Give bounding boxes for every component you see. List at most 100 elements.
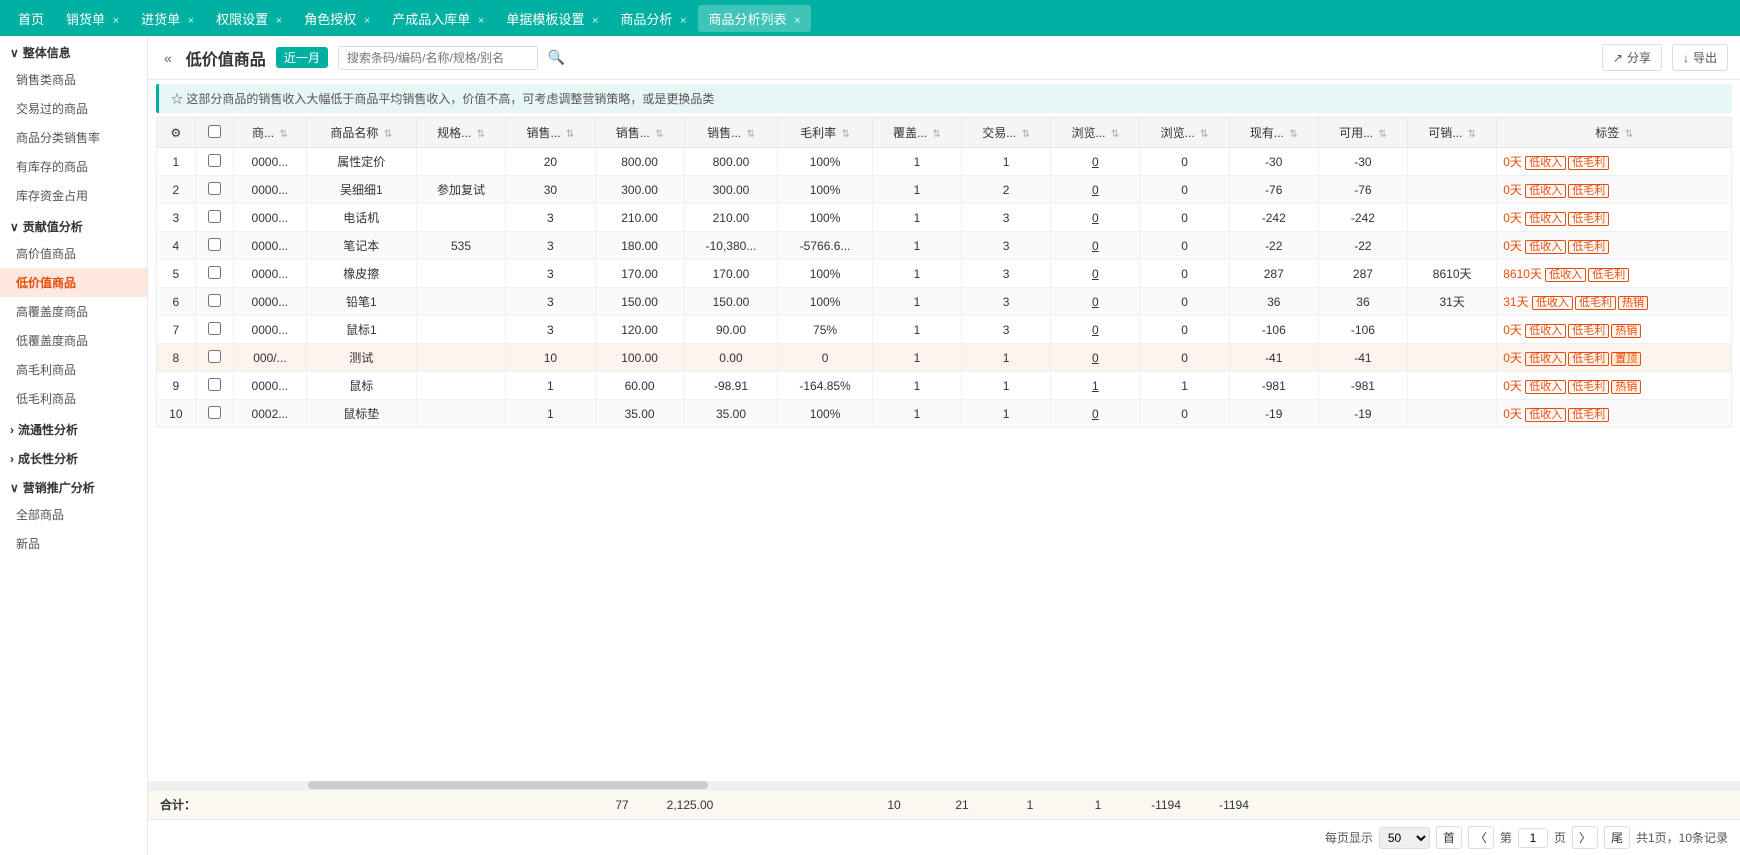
- row-checkbox[interactable]: [195, 148, 233, 176]
- view1-link[interactable]: 0: [1092, 407, 1099, 421]
- view1-link[interactable]: 0: [1092, 351, 1099, 365]
- sidebar-item-sales-goods[interactable]: 销售类商品: [0, 65, 147, 94]
- row-checkbox[interactable]: [195, 400, 233, 428]
- close-icon[interactable]: ×: [113, 15, 119, 27]
- row-checkbox[interactable]: [195, 372, 233, 400]
- row-view1[interactable]: 0: [1051, 232, 1140, 260]
- per-page-select[interactable]: 50 20 100: [1379, 827, 1430, 849]
- nav-goods-analysis[interactable]: 商品分析 ×: [610, 5, 696, 32]
- sidebar-item-category-sales-rate[interactable]: 商品分类销售率: [0, 123, 147, 152]
- row-select-checkbox[interactable]: [208, 154, 221, 167]
- tag-badge: 低毛利: [1568, 380, 1609, 394]
- row-view1[interactable]: 0: [1051, 176, 1140, 204]
- table-scroll-bar[interactable]: [148, 781, 1740, 789]
- nav-purchase-order[interactable]: 进货单 ×: [131, 5, 204, 32]
- row-gross-margin: -164.85%: [778, 372, 873, 400]
- nav-role-auth[interactable]: 角色授权 ×: [294, 5, 380, 32]
- row-view1[interactable]: 0: [1051, 316, 1140, 344]
- next-page-button[interactable]: 〉: [1572, 826, 1598, 849]
- nav-permission[interactable]: 权限设置 ×: [206, 5, 292, 32]
- close-icon[interactable]: ×: [794, 15, 800, 27]
- close-icon[interactable]: ×: [478, 15, 484, 27]
- row-gross-margin: 100%: [778, 204, 873, 232]
- last-page-button[interactable]: 尾: [1604, 826, 1630, 849]
- view1-link[interactable]: 0: [1092, 267, 1099, 281]
- sidebar-group-circulation[interactable]: › 流通性分析: [0, 413, 147, 442]
- sidebar-item-new-goods[interactable]: 新品: [0, 529, 147, 558]
- row-sales-amount: 300.00: [595, 176, 684, 204]
- row-checkbox[interactable]: [195, 204, 233, 232]
- page-input[interactable]: [1518, 828, 1548, 848]
- row-checkbox[interactable]: [195, 260, 233, 288]
- sidebar-item-inventory-funds[interactable]: 库存资金占用: [0, 181, 147, 210]
- view1-link[interactable]: 0: [1092, 295, 1099, 309]
- close-icon[interactable]: ×: [188, 15, 194, 27]
- first-page-button[interactable]: 首: [1436, 826, 1462, 849]
- sidebar-item-high-value[interactable]: 高价值商品: [0, 239, 147, 268]
- chevron-right-icon: ›: [10, 423, 14, 437]
- row-no: 7: [157, 316, 196, 344]
- row-coverage: 1: [872, 316, 961, 344]
- search-input[interactable]: [338, 46, 538, 70]
- row-select-checkbox[interactable]: [208, 350, 221, 363]
- export-button[interactable]: ↓ 导出: [1672, 44, 1728, 71]
- close-icon[interactable]: ×: [364, 15, 370, 27]
- view1-link[interactable]: 0: [1092, 323, 1099, 337]
- collapse-button[interactable]: «: [160, 48, 176, 68]
- view1-link[interactable]: 1: [1092, 379, 1099, 393]
- sidebar-item-traded-goods[interactable]: 交易过的商品: [0, 94, 147, 123]
- sidebar-group-overall[interactable]: ∨ 整体信息: [0, 36, 147, 65]
- row-checkbox[interactable]: [195, 316, 233, 344]
- sidebar-group-contribution[interactable]: ∨ 贡献值分析: [0, 210, 147, 239]
- sidebar-item-low-coverage[interactable]: 低覆盖度商品: [0, 326, 147, 355]
- sidebar-item-stocked-goods[interactable]: 有库存的商品: [0, 152, 147, 181]
- row-view1[interactable]: 0: [1051, 288, 1140, 316]
- share-button[interactable]: ↗ 分享: [1602, 44, 1662, 71]
- select-all-checkbox[interactable]: [208, 125, 221, 138]
- row-checkbox[interactable]: [195, 288, 233, 316]
- row-view1[interactable]: 0: [1051, 148, 1140, 176]
- row-checkbox[interactable]: [195, 176, 233, 204]
- view1-link[interactable]: 0: [1092, 239, 1099, 253]
- row-select-checkbox[interactable]: [208, 378, 221, 391]
- row-select-checkbox[interactable]: [208, 322, 221, 335]
- row-view1[interactable]: 0: [1051, 260, 1140, 288]
- sidebar-group-growth[interactable]: › 成长性分析: [0, 442, 147, 471]
- nav-home[interactable]: 首页: [8, 5, 54, 32]
- filter-tag-button[interactable]: 近一月: [276, 47, 328, 68]
- row-select-checkbox[interactable]: [208, 406, 221, 419]
- view1-link[interactable]: 0: [1092, 211, 1099, 225]
- row-checkbox[interactable]: [195, 344, 233, 372]
- sidebar-item-high-margin[interactable]: 高毛利商品: [0, 355, 147, 384]
- row-sales-qty: 3: [506, 316, 595, 344]
- sidebar-group-marketing[interactable]: ∨ 营销推广分析: [0, 471, 147, 500]
- nav-sales-order[interactable]: 销货单 ×: [56, 5, 129, 32]
- settings-col-header[interactable]: ⚙: [157, 118, 196, 148]
- row-view1[interactable]: 0: [1051, 344, 1140, 372]
- close-icon[interactable]: ×: [680, 15, 686, 27]
- view1-link[interactable]: 0: [1092, 155, 1099, 169]
- checkbox-col-header[interactable]: [195, 118, 233, 148]
- sidebar-item-all-goods[interactable]: 全部商品: [0, 500, 147, 529]
- close-icon[interactable]: ×: [276, 15, 282, 27]
- row-checkbox[interactable]: [195, 232, 233, 260]
- row-select-checkbox[interactable]: [208, 210, 221, 223]
- table-container: ⚙ 商... ⇅ 商品名称 ⇅ 规格... ⇅ 销售... ⇅ 销售... ⇅ …: [148, 117, 1740, 781]
- nav-goods-analysis-list[interactable]: 商品分析列表 ×: [698, 5, 810, 32]
- row-select-checkbox[interactable]: [208, 238, 221, 251]
- row-view1[interactable]: 0: [1051, 400, 1140, 428]
- sidebar-item-low-margin[interactable]: 低毛利商品: [0, 384, 147, 413]
- close-icon[interactable]: ×: [592, 15, 598, 27]
- search-button[interactable]: 🔍: [548, 49, 565, 66]
- nav-template[interactable]: 单据模板设置 ×: [496, 5, 608, 32]
- view1-link[interactable]: 0: [1092, 183, 1099, 197]
- sidebar-item-high-coverage[interactable]: 高覆盖度商品: [0, 297, 147, 326]
- prev-page-button[interactable]: 〈: [1468, 826, 1494, 849]
- row-view1[interactable]: 0: [1051, 204, 1140, 232]
- row-select-checkbox[interactable]: [208, 182, 221, 195]
- sidebar-item-low-value[interactable]: 低价值商品: [0, 268, 147, 297]
- row-select-checkbox[interactable]: [208, 266, 221, 279]
- row-select-checkbox[interactable]: [208, 294, 221, 307]
- row-view1[interactable]: 1: [1051, 372, 1140, 400]
- nav-product-entry[interactable]: 产成品入库单 ×: [382, 5, 494, 32]
